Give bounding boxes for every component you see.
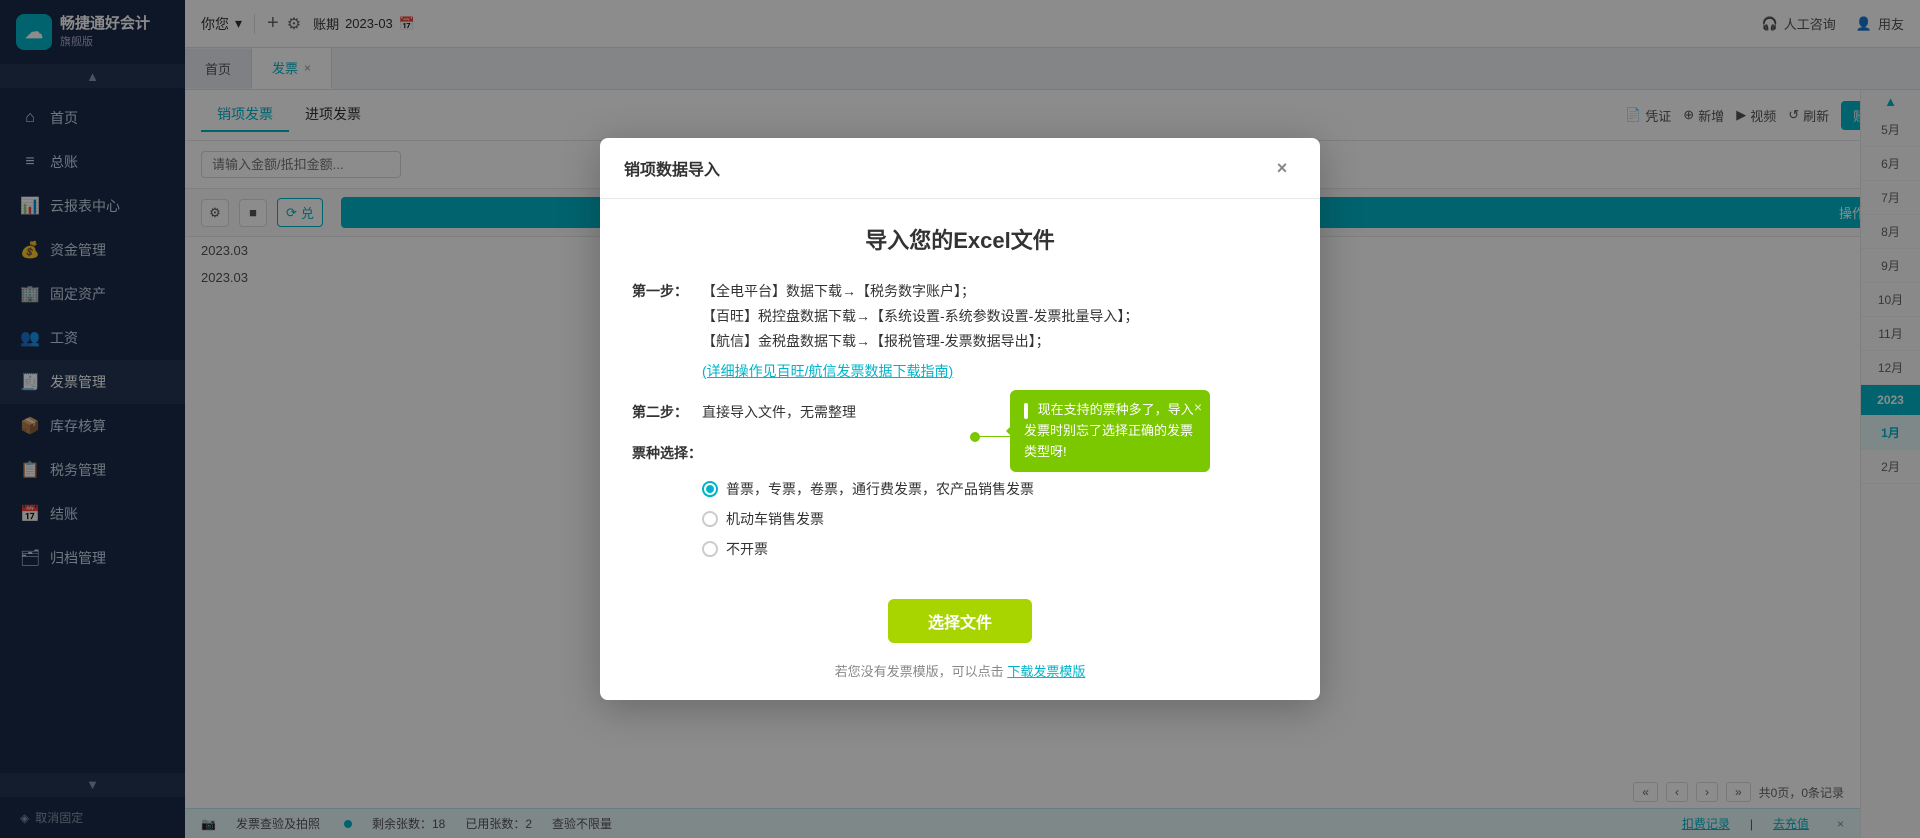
radio-motor-circle [702, 511, 718, 527]
modal-close-button[interactable]: × [1268, 154, 1296, 182]
modal-header: 销项数据导入 × [600, 138, 1320, 199]
step1-line3: 【航信】金税盘数据下载→【报税管理-发票数据导出】； [702, 329, 1138, 354]
bottom-note-text: 若您没有发票模版，可以点击 [835, 664, 1004, 679]
step1-row: 第一步： 【全电平台】数据下载→【税务数字账户】； 【百旺】税控盘数据下载→【系… [632, 279, 1288, 384]
step2-label: 第二步： [632, 400, 702, 422]
radio-motor-label: 机动车销售发票 [726, 509, 824, 529]
radio-normal-label: 普票，专票，卷票，通行费发票，农产品销售发票 [726, 479, 1034, 499]
tooltip-connector-dot [970, 432, 980, 442]
tooltip-bubble: × 现在支持的票种多了，导入发票时别忘了选择正确的发票类型呀! [1010, 390, 1210, 472]
radio-no-invoice-label: 不开票 [726, 539, 768, 559]
radio-no-invoice-circle [702, 541, 718, 557]
step1-guide-link[interactable]: (详细操作见百旺/航信发票数据下载指南) [702, 363, 953, 379]
import-modal: 销项数据导入 × 导入您的Excel文件 第一步： 【全电平台】数据下载→【税务… [600, 138, 1320, 700]
step1-label: 第一步： [632, 279, 702, 301]
step1-link-row: (详细操作见百旺/航信发票数据下载指南) [702, 359, 1138, 384]
tooltip-bar-icon [1024, 403, 1028, 419]
tooltip-close-button[interactable]: × [1194, 396, 1202, 418]
radio-motor[interactable]: 机动车销售发票 [702, 509, 1288, 529]
modal-body: 导入您的Excel文件 第一步： 【全电平台】数据下载→【税务数字账户】； 【百… [600, 199, 1320, 583]
radio-normal-dot [706, 485, 714, 493]
step2-content: 直接导入文件，无需整理 [702, 400, 856, 425]
modal-big-title: 导入您的Excel文件 [632, 223, 1288, 255]
step1-content: 【全电平台】数据下载→【税务数字账户】； 【百旺】税控盘数据下载→【系统设置-系… [702, 279, 1138, 384]
ticket-label: 票种选择： [632, 441, 702, 463]
radio-no-invoice[interactable]: 不开票 [702, 539, 1288, 559]
modal-footer: 选择文件 [600, 583, 1320, 651]
radio-normal-circle [702, 481, 718, 497]
radio-normal[interactable]: 普票，专票，卷票，通行费发票，农产品销售发票 [702, 479, 1288, 499]
step1-line2: 【百旺】税控盘数据下载→【系统设置-系统参数设置-发票批量导入】； [702, 304, 1138, 329]
tooltip-text: 现在支持的票种多了，导入发票时别忘了选择正确的发票类型呀! [1024, 402, 1194, 459]
select-file-button[interactable]: 选择文件 [888, 599, 1032, 643]
ticket-radio-group: 普票，专票，卷票，通行费发票，农产品销售发票 机动车销售发票 不开票 [702, 479, 1288, 559]
download-template-link[interactable]: 下载发票模版 [1007, 664, 1085, 679]
modal-title: 销项数据导入 [624, 156, 720, 180]
step1-line1: 【全电平台】数据下载→【税务数字账户】； [702, 279, 1138, 304]
modal-bottom-note: 若您没有发票模版，可以点击 下载发票模版 [600, 651, 1320, 700]
